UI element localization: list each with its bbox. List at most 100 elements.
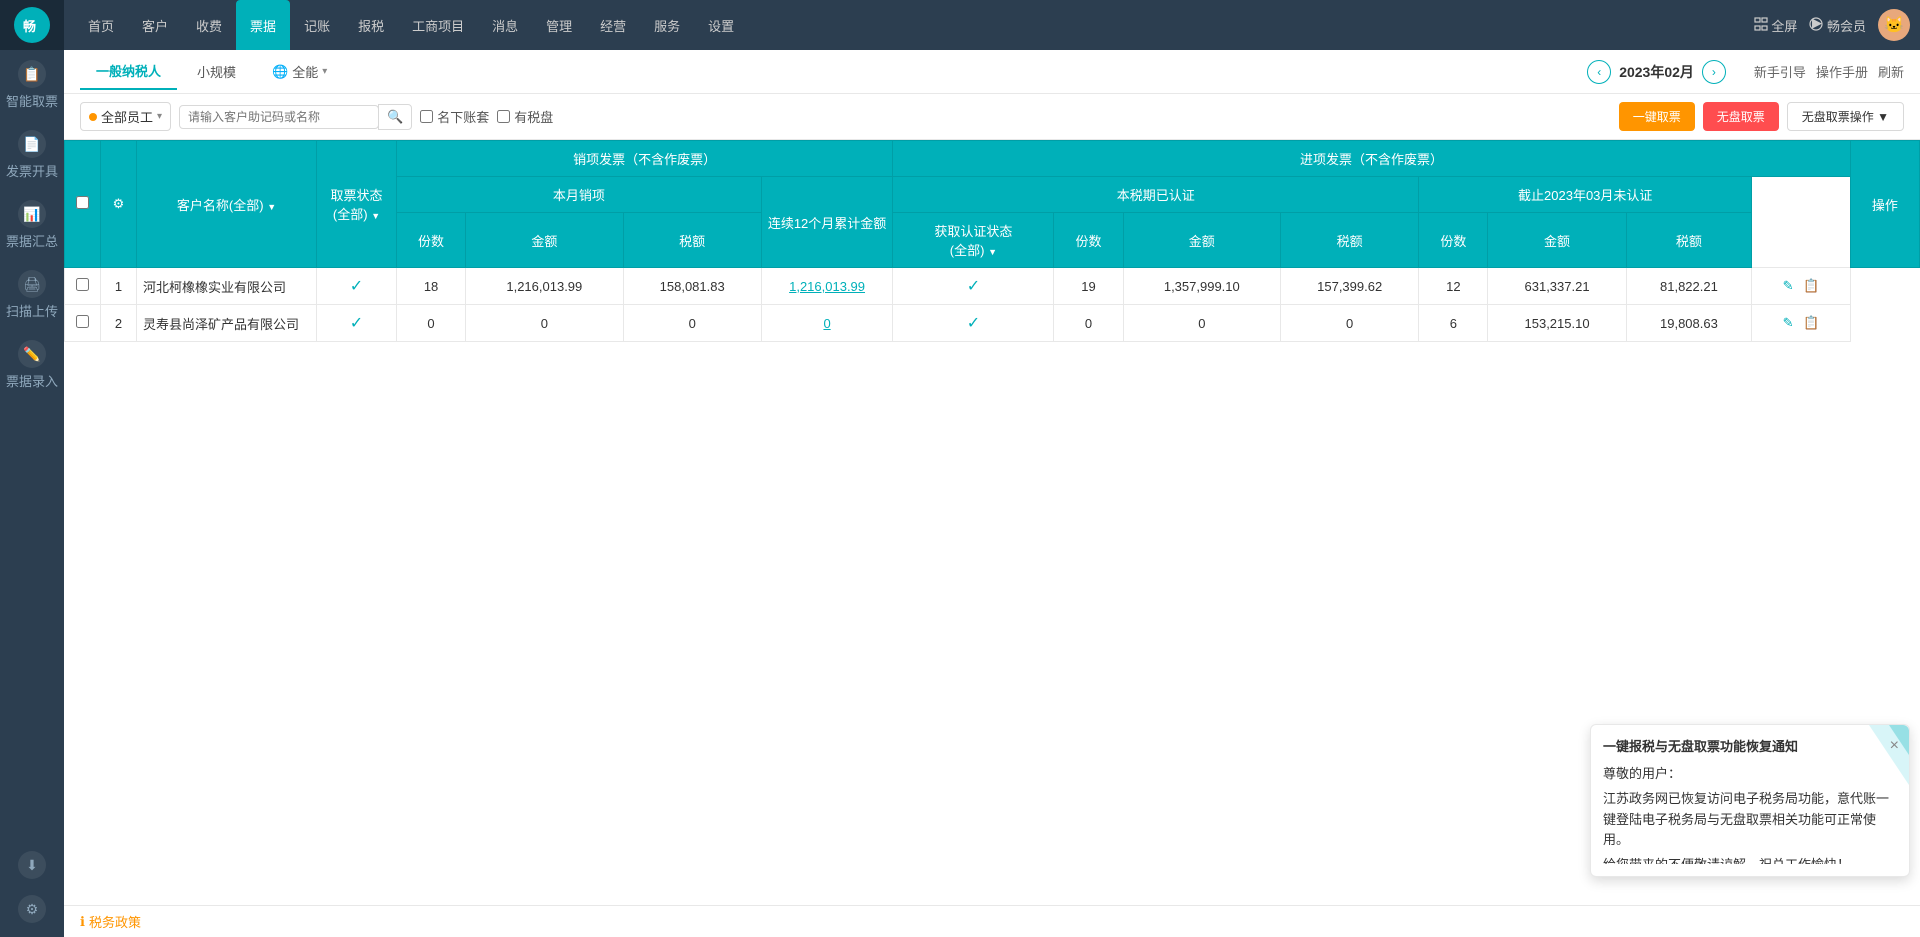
- nav-invoices[interactable]: 票据: [236, 0, 290, 50]
- invoice-open-icon: 📄: [18, 130, 46, 158]
- th-unrec-count: 份数: [1419, 213, 1488, 268]
- row1-purchase-amount: 1,357,999.10: [1123, 268, 1280, 305]
- app-logo: 畅: [0, 0, 64, 50]
- no-disk-ops-btn[interactable]: 无盘取票操作 ▼: [1787, 102, 1904, 131]
- row1-ops: ✎ 📋: [1752, 268, 1851, 305]
- th-unrec-tax: 税额: [1626, 213, 1751, 268]
- notification-apology: 给您带来的不便敬请谅解，祝总工作愉快！: [1603, 855, 1897, 864]
- new-guide-link[interactable]: 新手引导: [1754, 65, 1806, 80]
- row2-cumulative[interactable]: 0: [761, 305, 892, 342]
- nav-services[interactable]: 服务: [640, 0, 694, 50]
- fullscreen-btn[interactable]: 全屏: [1754, 16, 1798, 35]
- nav-tax[interactable]: 报税: [344, 0, 398, 50]
- notification-popup: × 一键报税与无盘取票功能恢复通知 尊敬的用户： 江苏政务网已恢复访问电子税务局…: [1590, 724, 1910, 877]
- row2-purchase-amount: 0: [1123, 305, 1280, 342]
- tax-policy-link[interactable]: ℹ 税务政策: [80, 912, 141, 931]
- th-sales-amount: 金额: [466, 213, 623, 268]
- row1-unrec-tax: 81,822.21: [1626, 268, 1751, 305]
- sidebar-item-label: 发票开具: [6, 161, 58, 180]
- fetch-status-filter-icon: ▼: [371, 211, 380, 221]
- tab-general-taxpayer[interactable]: 一般纳税人: [80, 53, 177, 90]
- sidebar-item-data-entry[interactable]: ✏️ 票据录入: [0, 330, 64, 400]
- nav-management[interactable]: 管理: [532, 0, 586, 50]
- search-button[interactable]: 🔍: [378, 104, 412, 130]
- th-purchase-amount: 金额: [1123, 213, 1280, 268]
- th-purchase-status[interactable]: 获取认证状态(全部) ▼: [893, 213, 1054, 268]
- th-sales-month-group: 本月销项: [397, 177, 762, 213]
- nav-home[interactable]: 首页: [74, 0, 128, 50]
- current-month: 2023年02月: [1619, 62, 1694, 82]
- settings-bottom-icon: ⚙: [18, 895, 46, 923]
- nav-operations[interactable]: 经营: [586, 0, 640, 50]
- row1-customer: 河北柯橡橡实业有限公司: [137, 268, 317, 305]
- row2-view-icon[interactable]: 📋: [1803, 315, 1819, 330]
- smart-fetch-icon: 📋: [18, 60, 46, 88]
- nav-billing[interactable]: 收费: [182, 0, 236, 50]
- nav-business[interactable]: 工商项目: [398, 0, 478, 50]
- refresh-btn[interactable]: 刷新: [1878, 65, 1904, 80]
- manual-link[interactable]: 操作手册: [1816, 65, 1868, 80]
- th-purchase-recognized-group: 本税期已认证: [893, 177, 1419, 213]
- search-input[interactable]: [179, 105, 379, 129]
- tab-small-scale[interactable]: 小规模: [181, 54, 252, 89]
- row2-customer: 灵寿县尚泽矿产品有限公司: [137, 305, 317, 342]
- topnav-right: 全屏 ▶ 畅会员 🐱: [1754, 9, 1910, 41]
- row1-purchase-check-icon: ✓: [967, 278, 980, 295]
- row2-checkbox[interactable]: [65, 305, 101, 342]
- member-btn[interactable]: ▶ 畅会员: [1809, 16, 1866, 35]
- sidebar-item-smart-fetch[interactable]: 📋 智能取票: [0, 50, 64, 120]
- tab-bar: 一般纳税人 小规模 🌐 全能 ▾ ‹ 2023年02月 › 新手引导 操作手册 …: [64, 50, 1920, 94]
- svg-text:▶: ▶: [1812, 17, 1822, 30]
- month-navigation: ‹ 2023年02月 › 新手引导 操作手册 刷新: [1587, 60, 1904, 84]
- sidebar-item-download[interactable]: ⬇: [0, 847, 64, 883]
- row2-edit-icon[interactable]: ✎: [1783, 315, 1794, 330]
- notification-close-btn[interactable]: ×: [1890, 733, 1899, 759]
- row2-purchase-tax: 0: [1281, 305, 1419, 342]
- next-month-btn[interactable]: ›: [1702, 60, 1726, 84]
- th-purchase-unrecognized-group: 截止2023年03月未认证: [1419, 177, 1752, 213]
- nav-settings[interactable]: 设置: [694, 0, 748, 50]
- notification-content: 江苏政务网已恢复访问电子税务局功能，意代账一键登陆电子税务局与无盘取票相关功能可…: [1603, 789, 1897, 851]
- row1-sales-tax: 158,081.83: [623, 268, 761, 305]
- row1-cumulative[interactable]: 1,216,013.99: [761, 268, 892, 305]
- nav-bookkeeping[interactable]: 记账: [290, 0, 344, 50]
- row1-purchase-status: ✓: [893, 268, 1054, 305]
- th-customer-name[interactable]: 客户名称(全部) ▼: [137, 141, 317, 268]
- sidebar-item-invoice-open[interactable]: 📄 发票开具: [0, 120, 64, 190]
- account-checkbox-label[interactable]: 名下账套: [420, 107, 489, 126]
- th-cumulative: 连续12个月累计金额: [761, 177, 892, 268]
- no-disk-fetch-btn[interactable]: 无盘取票: [1703, 102, 1779, 131]
- customer-filter-icon: ▼: [267, 202, 276, 212]
- one-click-fetch-btn[interactable]: 一键取票: [1619, 102, 1695, 131]
- th-sales-count: 份数: [397, 213, 466, 268]
- row1-edit-icon[interactable]: ✎: [1783, 278, 1794, 293]
- filter-dot: [89, 113, 97, 121]
- nav-messages[interactable]: 消息: [478, 0, 532, 50]
- select-all-checkbox[interactable]: [76, 196, 89, 209]
- sidebar-item-settings-bottom[interactable]: ⚙: [0, 891, 64, 927]
- row2-unrec-tax: 19,808.63: [1626, 305, 1751, 342]
- search-container: 🔍: [179, 104, 412, 130]
- row1-status-check-icon: ✓: [350, 278, 363, 295]
- col-settings-icon[interactable]: ⚙: [113, 196, 125, 211]
- taxdisk-checkbox[interactable]: [497, 110, 510, 123]
- user-avatar[interactable]: 🐱: [1878, 9, 1910, 41]
- action-bar: 全部员工 ▾ 🔍 名下账套 有税盘 一键取票 无盘取票 无盘取票操作 ▼: [64, 94, 1920, 140]
- account-checkbox[interactable]: [420, 110, 433, 123]
- row2-unrec-count: 6: [1419, 305, 1488, 342]
- tab-all[interactable]: 🌐 全能 ▾: [256, 54, 343, 89]
- nav-clients[interactable]: 客户: [128, 0, 182, 50]
- prev-month-btn[interactable]: ‹: [1587, 60, 1611, 84]
- sidebar-item-scan-upload[interactable]: 🖨 扫描上传: [0, 260, 64, 330]
- th-purchase-header: 进项发票（不含作废票）: [893, 141, 1851, 177]
- row1-view-icon[interactable]: 📋: [1803, 278, 1819, 293]
- sidebar-item-invoice-summary[interactable]: 📊 票据汇总: [0, 190, 64, 260]
- row2-ops: ✎ 📋: [1752, 305, 1851, 342]
- row1-checkbox[interactable]: [65, 268, 101, 305]
- sidebar: 畅 📋 智能取票 📄 发票开具 📊 票据汇总 🖨 扫描上传 ✏️ 票据录入 ⬇ …: [0, 0, 64, 937]
- th-fetch-status[interactable]: 取票状态 (全部) ▼: [317, 141, 397, 268]
- chevron-down-icon: ▾: [322, 66, 327, 77]
- taxdisk-checkbox-label[interactable]: 有税盘: [497, 107, 553, 126]
- data-entry-icon: ✏️: [18, 340, 46, 368]
- employee-filter[interactable]: 全部员工 ▾: [80, 102, 171, 131]
